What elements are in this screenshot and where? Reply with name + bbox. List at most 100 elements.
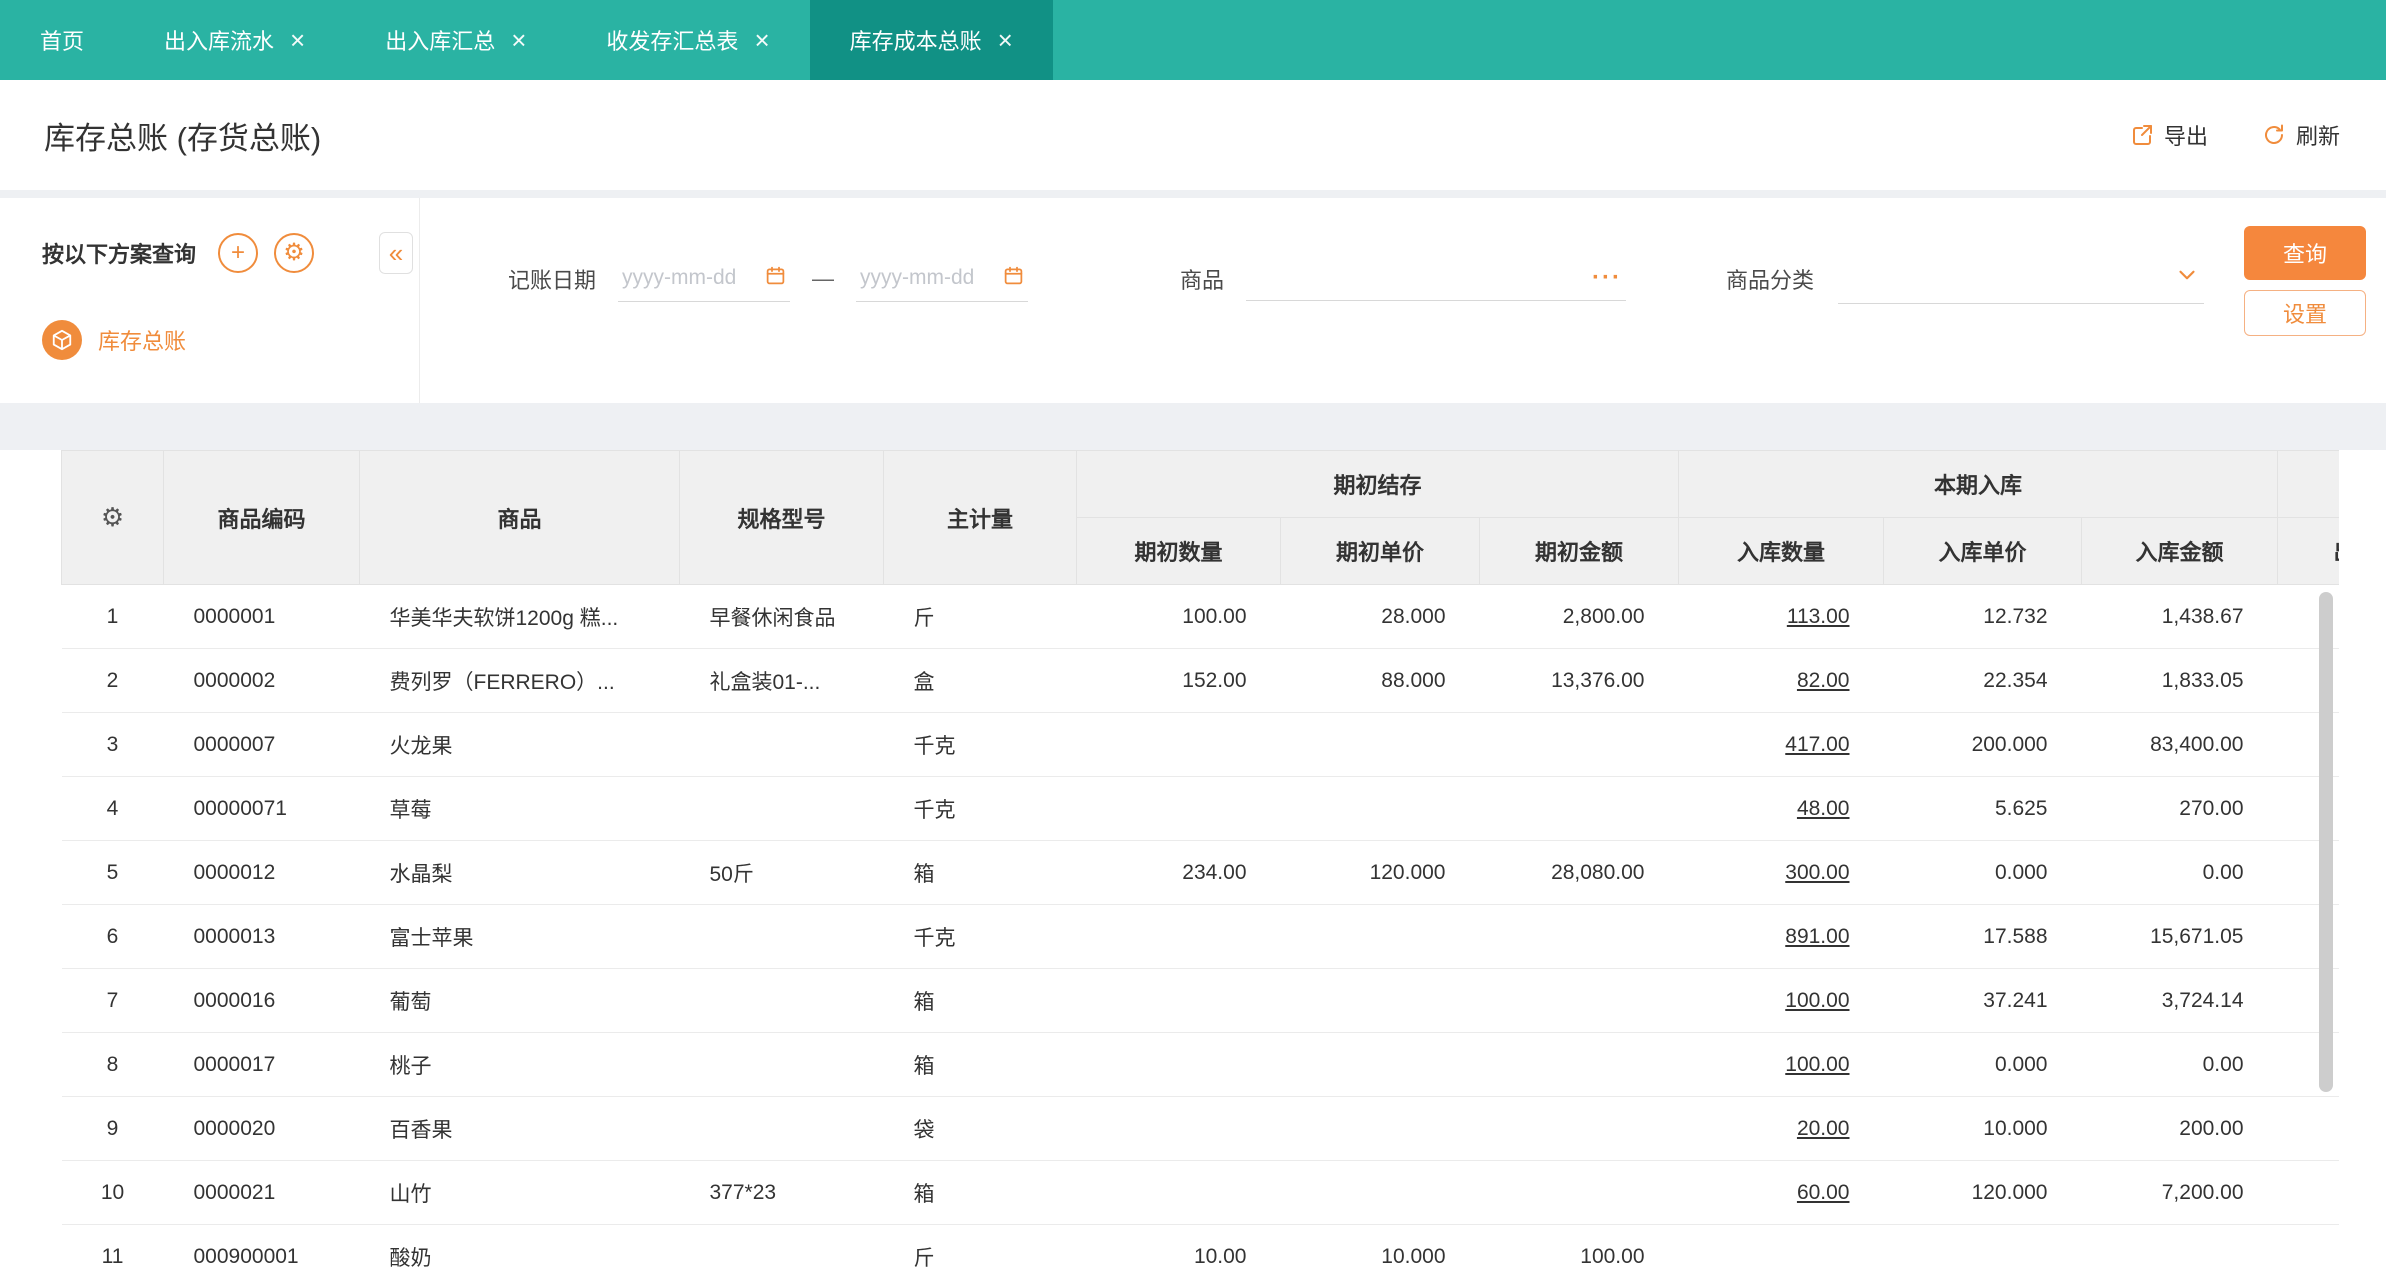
cell-in-price: 0.000 xyxy=(1883,840,2082,905)
cell-in-qty: 300.00 xyxy=(1678,840,1884,905)
inbound-qty-link[interactable]: 82.00 xyxy=(1797,669,1850,692)
cell-product-name: 桃子 xyxy=(359,1032,680,1097)
refresh-button[interactable]: 刷新 xyxy=(2262,119,2340,151)
inbound-qty-link[interactable]: 417.00 xyxy=(1785,733,1849,756)
product-label: 商品 xyxy=(1180,268,1225,293)
vertical-scrollbar-thumb[interactable] xyxy=(2319,592,2333,1092)
cell-open-price: 120.000 xyxy=(1280,840,1480,905)
table-row[interactable]: 9 0000020 百香果 袋 20.00 10.000 200.00 xyxy=(61,1096,2339,1161)
cell-open-amount xyxy=(1479,904,1679,969)
tab-label: 首页 xyxy=(40,29,85,54)
cell-open-price xyxy=(1280,1096,1480,1161)
inbound-qty-link[interactable]: 891.00 xyxy=(1785,925,1849,948)
cell-open-price: 10.000 xyxy=(1280,1224,1480,1270)
col-header-open-price: 期初单价 xyxy=(1280,517,1480,585)
collapse-panel-button[interactable]: « xyxy=(379,232,413,274)
cell-in-qty: 20.00 xyxy=(1678,1096,1884,1161)
cell-spec xyxy=(679,1224,884,1270)
collapse-icon: « xyxy=(388,237,404,268)
row-index: 2 xyxy=(61,648,164,713)
cell-product-code: 0000013 xyxy=(163,904,360,969)
cell-product-name: 草莓 xyxy=(359,776,680,841)
table-section: ⚙ 商品编码 商品 规格型号 主计量 期初结存 本期入库 期初数量 期初单价 期… xyxy=(0,450,2386,1270)
cell-open-price: 28.000 xyxy=(1280,584,1480,649)
cell-open-qty xyxy=(1076,904,1281,969)
cell-in-amount: 0.00 xyxy=(2081,1032,2278,1097)
inbound-qty-link[interactable]: 60.00 xyxy=(1797,1181,1850,1204)
col-header-open-amount: 期初金额 xyxy=(1479,517,1679,585)
table-row[interactable]: 7 0000016 葡萄 箱 100.00 37.241 3,724.14 xyxy=(61,968,2339,1033)
row-index: 5 xyxy=(61,840,164,905)
table-row[interactable]: 3 0000007 火龙果 千克 417.00 200.000 83,400.0… xyxy=(61,712,2339,777)
cell-product-name: 水晶梨 xyxy=(359,840,680,905)
cell-in-price: 120.000 xyxy=(1883,1160,2082,1225)
scheme-settings-button[interactable]: ⚙ xyxy=(274,233,315,273)
cell-product-name: 火龙果 xyxy=(359,712,680,777)
table-row[interactable]: 11 000900001 酸奶 斤 10.00 10.000 100.00 xyxy=(61,1224,2339,1270)
inbound-qty-link[interactable]: 100.00 xyxy=(1785,989,1849,1012)
ellipsis-icon[interactable]: ··· xyxy=(1592,265,1622,289)
date-range-separator: — xyxy=(812,266,835,291)
add-scheme-button[interactable]: + xyxy=(218,233,259,273)
table-row[interactable]: 8 0000017 桃子 箱 100.00 0.000 0.00 xyxy=(61,1032,2339,1097)
chevron-down-icon[interactable] xyxy=(2174,262,2200,293)
cell-open-price xyxy=(1280,904,1480,969)
tab-inout-summary[interactable]: 出入库汇总 × xyxy=(345,0,566,80)
category-select[interactable] xyxy=(1838,254,2205,304)
export-button[interactable]: 导出 xyxy=(2130,119,2208,151)
table-row[interactable]: 10 0000021 山竹 377*23 箱 60.00 120.000 7,2… xyxy=(61,1160,2339,1225)
table-row[interactable]: 5 0000012 水晶梨 50斤 箱 234.00 120.000 28,08… xyxy=(61,840,2339,905)
cell-open-amount xyxy=(1479,1032,1679,1097)
date-to-input[interactable]: yyyy-mm-dd xyxy=(856,257,1029,302)
inbound-qty-link[interactable]: 300.00 xyxy=(1785,861,1849,884)
tab-inventory-cost-ledger[interactable]: 库存成本总账 × xyxy=(809,0,1053,80)
cell-in-amount xyxy=(2081,1224,2278,1270)
cell-product-code: 0000002 xyxy=(163,648,360,713)
settings-button[interactable]: 设置 xyxy=(2244,290,2366,336)
row-index: 1 xyxy=(61,584,164,649)
group-header-opening-balance: 期初结存 xyxy=(1076,450,1679,518)
close-icon[interactable]: × xyxy=(290,27,305,53)
cell-in-qty: 100.00 xyxy=(1678,1032,1884,1097)
tab-inout-flow[interactable]: 出入库流水 × xyxy=(124,0,345,80)
cell-in-qty: 48.00 xyxy=(1678,776,1884,841)
cell-open-price xyxy=(1280,712,1480,777)
cell-in-amount: 1,833.05 xyxy=(2081,648,2278,713)
table-row[interactable]: 4 00000071 草莓 千克 48.00 5.625 270.00 xyxy=(61,776,2339,841)
cell-spec xyxy=(679,776,884,841)
cell-in-price: 37.241 xyxy=(1883,968,2082,1033)
date-from-placeholder: yyyy-mm-dd xyxy=(622,265,737,289)
cell-in-amount: 3,724.14 xyxy=(2081,968,2278,1033)
table-row[interactable]: 6 0000013 富士苹果 千克 891.00 17.588 15,671.0… xyxy=(61,904,2339,969)
close-icon[interactable]: × xyxy=(998,27,1013,53)
scheme-item-label: 库存总账 xyxy=(98,329,187,354)
inbound-qty-link[interactable]: 20.00 xyxy=(1797,1117,1850,1140)
product-input[interactable]: ··· xyxy=(1246,258,1627,301)
tab-home[interactable]: 首页 xyxy=(0,0,124,80)
cell-unit: 斤 xyxy=(883,1224,1077,1270)
col-header-product-code: 商品编码 xyxy=(163,450,360,585)
inbound-qty-link[interactable]: 100.00 xyxy=(1785,1053,1849,1076)
close-icon[interactable]: × xyxy=(754,27,769,53)
cell-spec xyxy=(679,968,884,1033)
inbound-qty-link[interactable]: 113.00 xyxy=(1787,605,1850,628)
table-row[interactable]: 2 0000002 费列罗（FERRERO）... 礼盒装01-... 盒 15… xyxy=(61,648,2339,713)
tab-label: 库存成本总账 xyxy=(849,29,982,54)
cell-product-name: 富士苹果 xyxy=(359,904,680,969)
cell-product-name: 华美华夫软饼1200g 糕... xyxy=(359,584,680,649)
col-header-in-qty: 入库数量 xyxy=(1678,517,1884,585)
tab-receipt-dispatch-summary[interactable]: 收发存汇总表 × xyxy=(566,0,809,80)
search-button[interactable]: 查询 xyxy=(2244,226,2366,280)
cell-open-amount: 2,800.00 xyxy=(1479,584,1679,649)
inbound-qty-link[interactable]: 48.00 xyxy=(1797,797,1850,820)
cell-product-code: 00000071 xyxy=(163,776,360,841)
close-icon[interactable]: × xyxy=(511,27,526,53)
cell-in-price xyxy=(1883,1224,2082,1270)
column-settings-gear-icon[interactable]: ⚙ xyxy=(101,502,124,532)
scheme-item-inventory-ledger[interactable]: 库存总账 xyxy=(42,320,413,360)
cell-open-amount xyxy=(1479,712,1679,777)
cell-unit: 千克 xyxy=(883,776,1077,841)
cell-in-amount: 270.00 xyxy=(2081,776,2278,841)
table-row[interactable]: 1 0000001 华美华夫软饼1200g 糕... 早餐休闲食品 斤 100.… xyxy=(61,584,2339,649)
date-from-input[interactable]: yyyy-mm-dd xyxy=(618,257,791,302)
